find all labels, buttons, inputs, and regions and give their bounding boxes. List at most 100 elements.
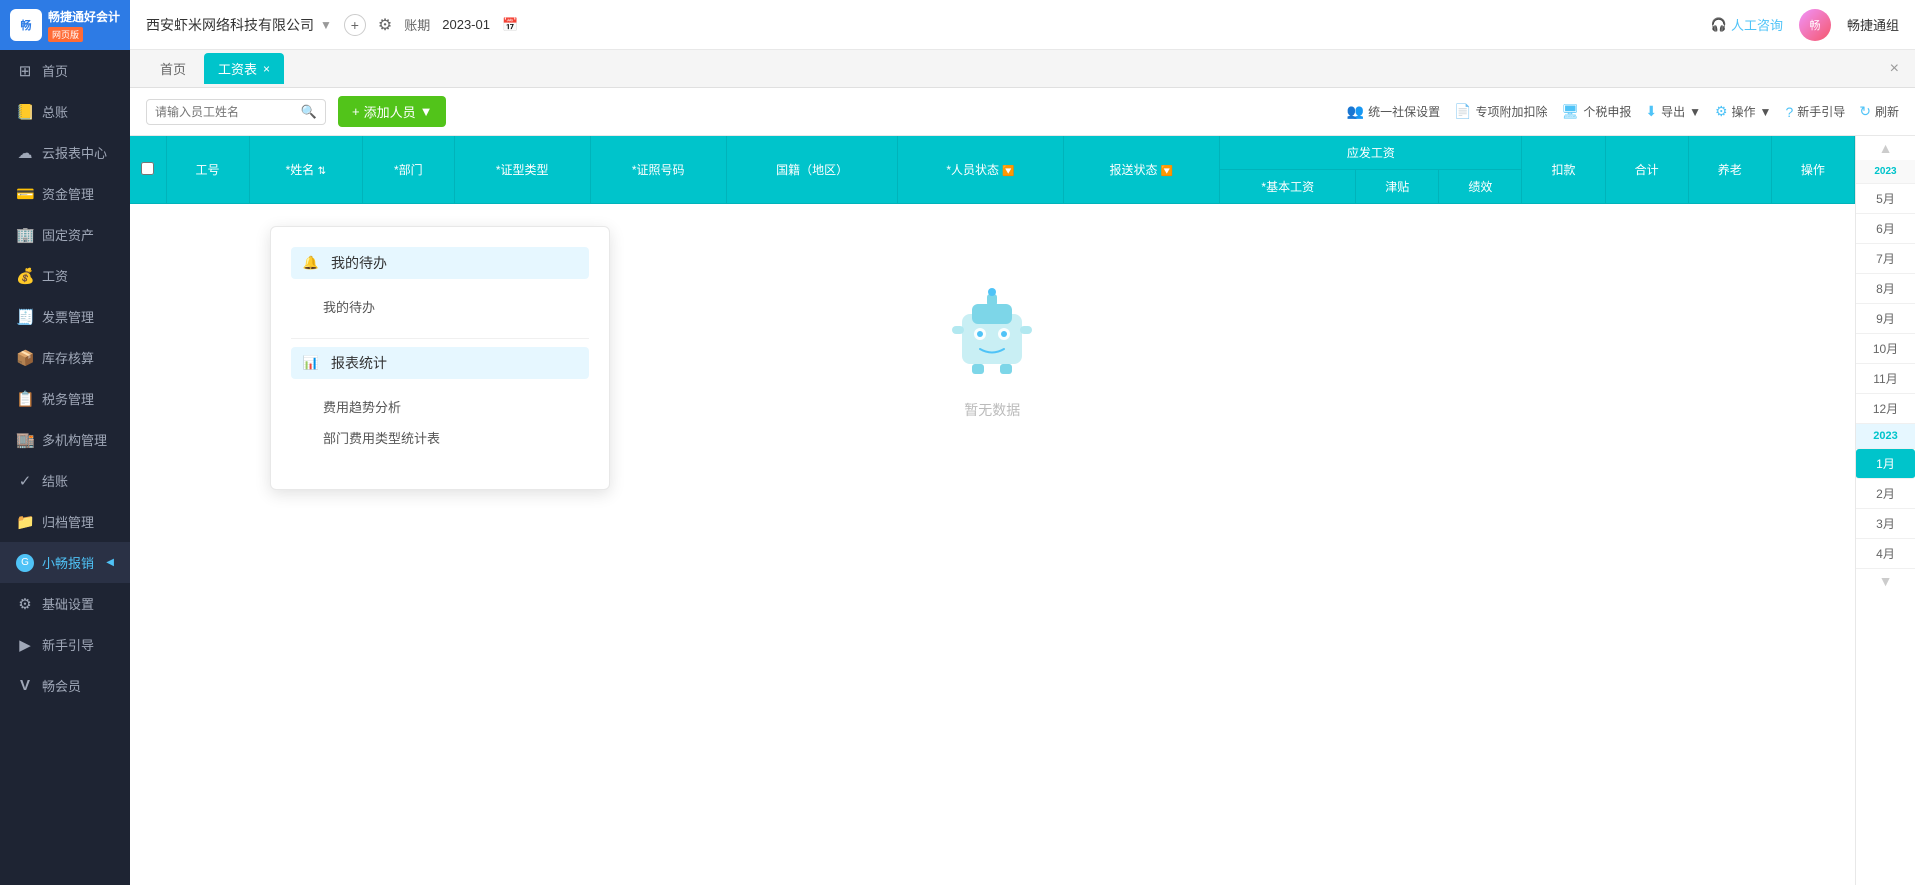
sidebar-item-inventory[interactable]: 📦 库存核算: [0, 337, 130, 378]
operations-action[interactable]: ⚙ 操作 ▼: [1715, 103, 1771, 120]
month-item-9[interactable]: 9月: [1856, 304, 1915, 334]
checkout-icon: ✓: [16, 472, 34, 490]
right-panel: ▲ 2023 5月 6月 7月 8月 9月 10月 11月 12月 2023 1…: [1855, 136, 1915, 885]
social-insurance-action[interactable]: 👥 统一社保设置: [1347, 103, 1440, 120]
sidebar-item-fixed-asset[interactable]: 🏢 固定资产: [0, 214, 130, 255]
sidebar-item-label: 新手引导: [42, 635, 94, 654]
sidebar-item-label: 固定资产: [42, 225, 94, 244]
topbar-add-button[interactable]: +: [344, 14, 366, 36]
sidebar-item-tax[interactable]: 📋 税务管理: [0, 378, 130, 419]
tab-salary-label: 工资表: [218, 59, 257, 78]
company-selector[interactable]: 西安虾米网络科技有限公司 ▼: [146, 15, 332, 35]
export-action[interactable]: ⬇ 导出 ▼: [1645, 103, 1701, 120]
sidebar-item-checkout[interactable]: ✓ 结账: [0, 460, 130, 501]
logo-text-block: 畅捷通好会计 网页版: [48, 8, 120, 42]
operations-icon: ⚙: [1715, 103, 1728, 120]
export-dropdown-icon: ▼: [1689, 105, 1701, 119]
month-item-5[interactable]: 5月: [1856, 184, 1915, 214]
sidebar-item-xiao-chang[interactable]: G 小畅报销 ◀: [0, 542, 130, 583]
month-item-12[interactable]: 12月: [1856, 394, 1915, 424]
sidebar-item-ledger[interactable]: 📒 总账: [0, 91, 130, 132]
tax-deduct-action[interactable]: 📄 专项附加扣除: [1454, 103, 1547, 120]
period-label: 账期: [404, 15, 430, 34]
search-icon: 🔍: [301, 104, 317, 120]
month-item-1-active[interactable]: 1月: [1856, 449, 1915, 479]
refresh-action[interactable]: ↻ 刷新: [1859, 103, 1899, 120]
month-item-11[interactable]: 11月: [1856, 364, 1915, 394]
tab-close-button[interactable]: ×: [263, 62, 270, 76]
new-guide-action[interactable]: ? 新手引导: [1785, 103, 1845, 120]
sidebar-item-home[interactable]: ⊞ 首页: [0, 50, 130, 91]
sidebar: 畅 畅捷通好会计 网页版 ⊞ 首页 📒 总账 ☁ 云报表中心 💳 资金管理 🏢 …: [0, 0, 130, 885]
invoice-icon: 🧾: [16, 308, 34, 326]
sidebar-item-fund[interactable]: 💳 资金管理: [0, 173, 130, 214]
support-label: 人工咨询: [1731, 15, 1783, 34]
main-area: 西安虾米网络科技有限公司 ▼ + ⚙ 账期 2023-01 📅 🎧 人工咨询 畅…: [130, 0, 1915, 885]
th-employee-id: 工号: [166, 136, 249, 204]
tabbar: 首页 工资表 × ×: [130, 50, 1915, 88]
export-label: 导出: [1661, 103, 1685, 120]
th-allowance: 津贴: [1356, 170, 1439, 204]
month-item-10[interactable]: 10月: [1856, 334, 1915, 364]
th-name: *姓名 ⇅: [249, 136, 362, 204]
select-all-checkbox[interactable]: [141, 162, 154, 175]
th-id-type: *证型类型: [454, 136, 590, 204]
th-checkbox[interactable]: [130, 136, 166, 204]
month-item-6[interactable]: 6月: [1856, 214, 1915, 244]
panel-nav-down[interactable]: ▼: [1856, 569, 1915, 593]
topbar: 西安虾米网络科技有限公司 ▼ + ⚙ 账期 2023-01 📅 🎧 人工咨询 畅…: [130, 0, 1915, 50]
add-people-label: 添加人员: [364, 102, 416, 121]
popup-link-my-todo[interactable]: 我的待办: [291, 291, 589, 322]
tab-home[interactable]: 首页: [146, 53, 200, 84]
tab-close-all[interactable]: ×: [1890, 60, 1899, 78]
sidebar-item-multi-org[interactable]: 🏬 多机构管理: [0, 419, 130, 460]
sidebar-item-label: 归档管理: [42, 512, 94, 531]
sidebar-item-label: 发票管理: [42, 307, 94, 326]
th-report-status: 报送状态 🔽: [1063, 136, 1220, 204]
popup-section-report-title: 📊 报表统计: [291, 347, 589, 379]
support-button[interactable]: 🎧 人工咨询: [1711, 15, 1783, 34]
sidebar-item-label: 小畅报销: [42, 553, 94, 572]
close-all-icon[interactable]: ×: [1890, 60, 1899, 77]
export-icon: ⬇: [1645, 103, 1657, 120]
tab-salary-table[interactable]: 工资表 ×: [204, 53, 284, 84]
th-payable-wages-group: 应发工资: [1220, 136, 1522, 170]
sidebar-item-membership[interactable]: V 畅会员: [0, 665, 130, 706]
month-item-3[interactable]: 3月: [1856, 509, 1915, 539]
sidebar-item-label: 畅会员: [42, 676, 81, 695]
sidebar-item-salary[interactable]: 💰 工资: [0, 255, 130, 296]
todo-section-label: 我的待办: [331, 253, 387, 273]
membership-icon: V: [16, 677, 34, 694]
popup-link-expense-trend[interactable]: 费用趋势分析: [291, 391, 589, 422]
refresh-icon: ↻: [1859, 103, 1871, 120]
sidebar-item-guide[interactable]: ▶ 新手引导: [0, 624, 130, 665]
popup-divider: [291, 338, 589, 339]
salary-icon: 💰: [16, 267, 34, 285]
period-value: 2023-01: [442, 17, 490, 32]
month-item-8[interactable]: 8月: [1856, 274, 1915, 304]
topbar-settings-icon[interactable]: ⚙: [378, 15, 392, 35]
search-box: 🔍: [146, 99, 326, 125]
month-item-2[interactable]: 2月: [1856, 479, 1915, 509]
th-pension: 养老: [1688, 136, 1771, 204]
sidebar-item-invoice[interactable]: 🧾 发票管理: [0, 296, 130, 337]
calendar-icon[interactable]: 📅: [502, 17, 518, 33]
sidebar-item-archive[interactable]: 📁 归档管理: [0, 501, 130, 542]
new-guide-label: 新手引导: [1797, 103, 1845, 120]
sidebar-item-label: 库存核算: [42, 348, 94, 367]
month-item-4[interactable]: 4月: [1856, 539, 1915, 569]
sidebar-item-label: 资金管理: [42, 184, 94, 203]
personal-tax-action[interactable]: 🖥 个税申报: [1562, 103, 1632, 120]
sidebar-item-cloud-report[interactable]: ☁ 云报表中心: [0, 132, 130, 173]
company-chevron-icon: ▼: [320, 18, 332, 32]
search-input[interactable]: [155, 105, 295, 119]
sidebar-item-basic-settings[interactable]: ⚙ 基础设置: [0, 583, 130, 624]
table-header-row-1: 工号 *姓名 ⇅ *部门 *证型类型 *证照号码 国籍（地区） *人员状态 🔽 …: [130, 136, 1855, 170]
add-people-button[interactable]: + 添加人员 ▼: [338, 96, 446, 127]
popup-link-dept-expense[interactable]: 部门费用类型统计表: [291, 422, 589, 453]
tab-home-label: 首页: [160, 62, 186, 77]
panel-nav-up[interactable]: ▲: [1856, 136, 1915, 160]
user-name: 畅捷通组: [1847, 15, 1899, 34]
month-item-7[interactable]: 7月: [1856, 244, 1915, 274]
app-logo: 畅 畅捷通好会计 网页版: [0, 0, 130, 50]
